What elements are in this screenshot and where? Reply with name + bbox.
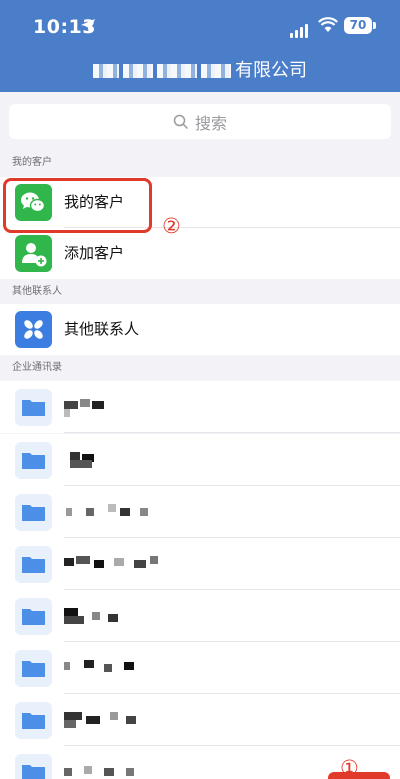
company-title: 有限公司 bbox=[0, 58, 400, 84]
folder-icon bbox=[15, 702, 52, 739]
search-icon bbox=[173, 114, 189, 129]
row-add-customer[interactable]: 添加客户 bbox=[0, 228, 400, 279]
folder-icon bbox=[15, 650, 52, 687]
redacted-text bbox=[157, 64, 197, 78]
department-row[interactable] bbox=[0, 434, 400, 486]
highlight-bottom-button bbox=[328, 772, 390, 779]
annotation-step-2: ② bbox=[162, 214, 181, 238]
highlight-box bbox=[3, 178, 152, 233]
department-row[interactable] bbox=[0, 590, 400, 642]
section-label-my-customers: 我的客户 bbox=[0, 152, 400, 174]
department-row[interactable] bbox=[0, 381, 400, 433]
department-row[interactable] bbox=[0, 538, 400, 590]
folder-icon bbox=[15, 546, 52, 583]
wifi-icon bbox=[318, 17, 338, 32]
folder-icon bbox=[15, 494, 52, 531]
section-label-other-contacts: 其他联系人 bbox=[0, 281, 400, 303]
search-input[interactable]: 搜索 bbox=[9, 104, 391, 139]
folder-icon bbox=[15, 389, 52, 426]
redacted-text bbox=[123, 64, 153, 78]
app-header: 10:13 70 有限公司 bbox=[0, 0, 400, 92]
pinwheel-icon bbox=[15, 311, 52, 348]
row-label-add-customer: 添加客户 bbox=[64, 244, 125, 262]
search-area: 搜索 bbox=[0, 92, 400, 148]
company-name-suffix: 有限公司 bbox=[235, 60, 307, 81]
status-bar: 10:13 70 bbox=[0, 0, 400, 52]
section-label-enterprise-directory: 企业通讯录 bbox=[0, 357, 400, 379]
location-arrow-icon bbox=[81, 19, 95, 33]
search-placeholder: 搜索 bbox=[194, 113, 227, 133]
redacted-text bbox=[93, 64, 119, 78]
department-row[interactable] bbox=[0, 642, 400, 694]
folder-icon bbox=[15, 754, 52, 779]
department-row[interactable] bbox=[0, 486, 400, 538]
folder-icon bbox=[15, 598, 52, 635]
row-other-contacts[interactable]: 其他联系人 bbox=[0, 304, 400, 355]
department-row[interactable] bbox=[0, 694, 400, 746]
row-label-other-contacts: 其他联系人 bbox=[64, 320, 140, 338]
redacted-text bbox=[201, 64, 231, 78]
battery-indicator: 70 bbox=[344, 17, 376, 34]
signal-icon bbox=[290, 19, 310, 38]
folder-icon bbox=[15, 442, 52, 479]
divider bbox=[64, 432, 400, 433]
add-contact-icon bbox=[15, 235, 52, 272]
